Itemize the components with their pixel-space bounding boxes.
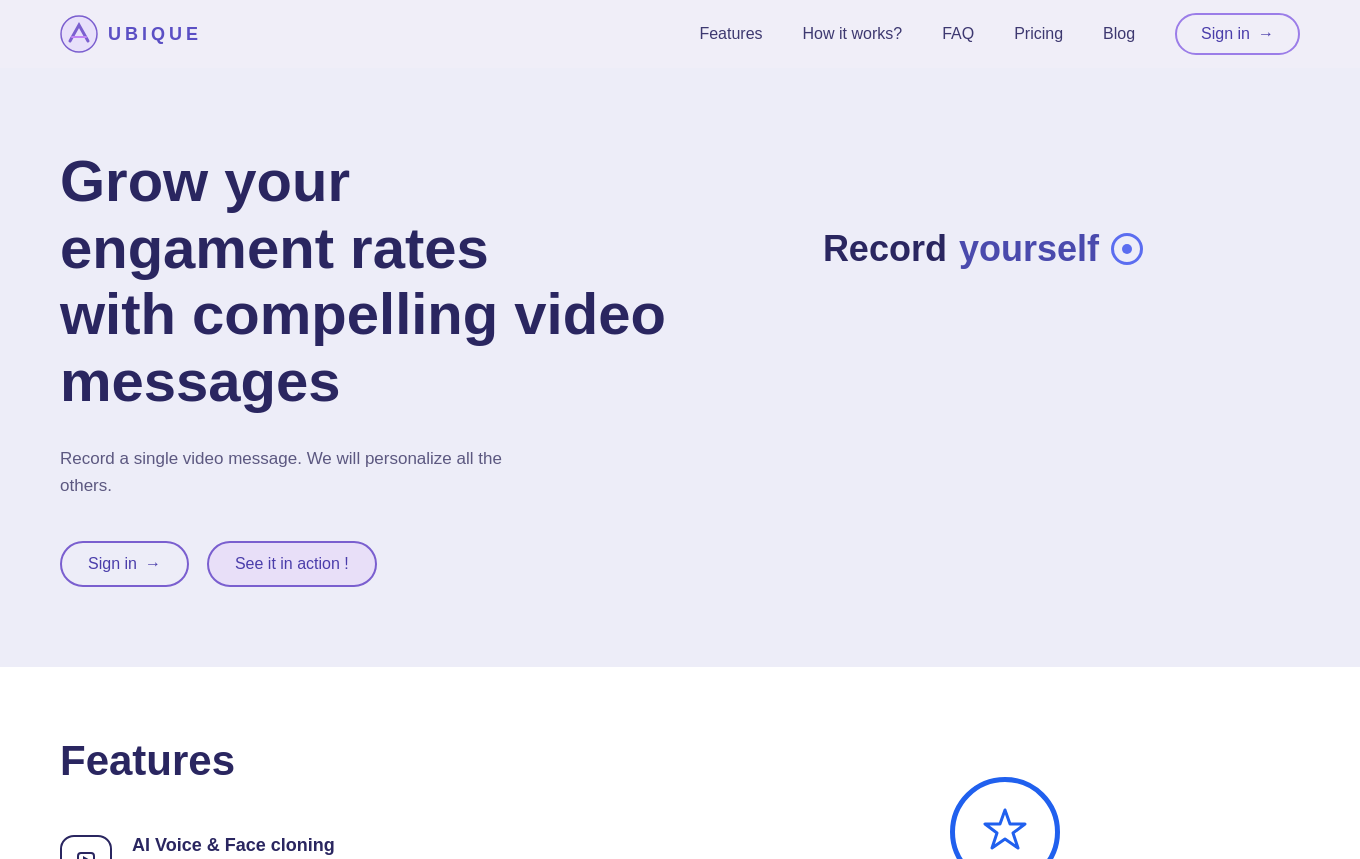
hero-buttons: Sign in → See it in action ! (60, 541, 666, 587)
nav-link-features[interactable]: Features (699, 25, 762, 43)
svg-marker-3 (985, 810, 1025, 848)
navbar: UBIQUE Features How it works? FAQ Pricin… (0, 0, 1360, 68)
play-icon (77, 852, 95, 859)
features-right (710, 737, 1300, 859)
nav-link-faq[interactable]: FAQ (942, 25, 974, 43)
hero-signin-button[interactable]: Sign in → (60, 541, 189, 587)
nav-link-blog[interactable]: Blog (1103, 25, 1135, 43)
features-left: Features AI Voice & Face cloning Start u… (60, 737, 650, 859)
feature-item-ai-voice: AI Voice & Face cloning Start using our … (60, 835, 650, 859)
features-title: Features (60, 737, 650, 785)
hero-section: Grow your engament rates with compelling… (0, 68, 1360, 667)
logo[interactable]: UBIQUE (60, 15, 202, 53)
nav-link-how-it-works[interactable]: How it works? (803, 25, 903, 43)
ai-voice-icon-wrap (60, 835, 112, 859)
hero-action-button[interactable]: See it in action ! (207, 541, 377, 587)
svg-point-0 (61, 16, 97, 52)
nav-links: Features How it works? FAQ Pricing Blog … (699, 13, 1300, 55)
record-label: Record yourself (823, 228, 1143, 270)
nav-signin-button[interactable]: Sign in → (1175, 13, 1300, 55)
stars-illustration (895, 777, 1115, 859)
hero-subtitle: Record a single video message. We will p… (60, 445, 540, 499)
ai-voice-text: AI Voice & Face cloning Start using our … (132, 835, 650, 859)
hero-title: Grow your engament rates with compelling… (60, 148, 666, 415)
nav-link-pricing[interactable]: Pricing (1014, 25, 1063, 43)
hero-left: Grow your engament rates with compelling… (60, 148, 666, 587)
logo-icon (60, 15, 98, 53)
logo-text: UBIQUE (108, 24, 202, 45)
star-icon-top (975, 802, 1035, 859)
hero-right: Record yourself (666, 148, 1300, 270)
star-circle-top (950, 777, 1060, 859)
features-section: Features AI Voice & Face cloning Start u… (0, 667, 1360, 859)
camera-icon (1111, 233, 1143, 265)
